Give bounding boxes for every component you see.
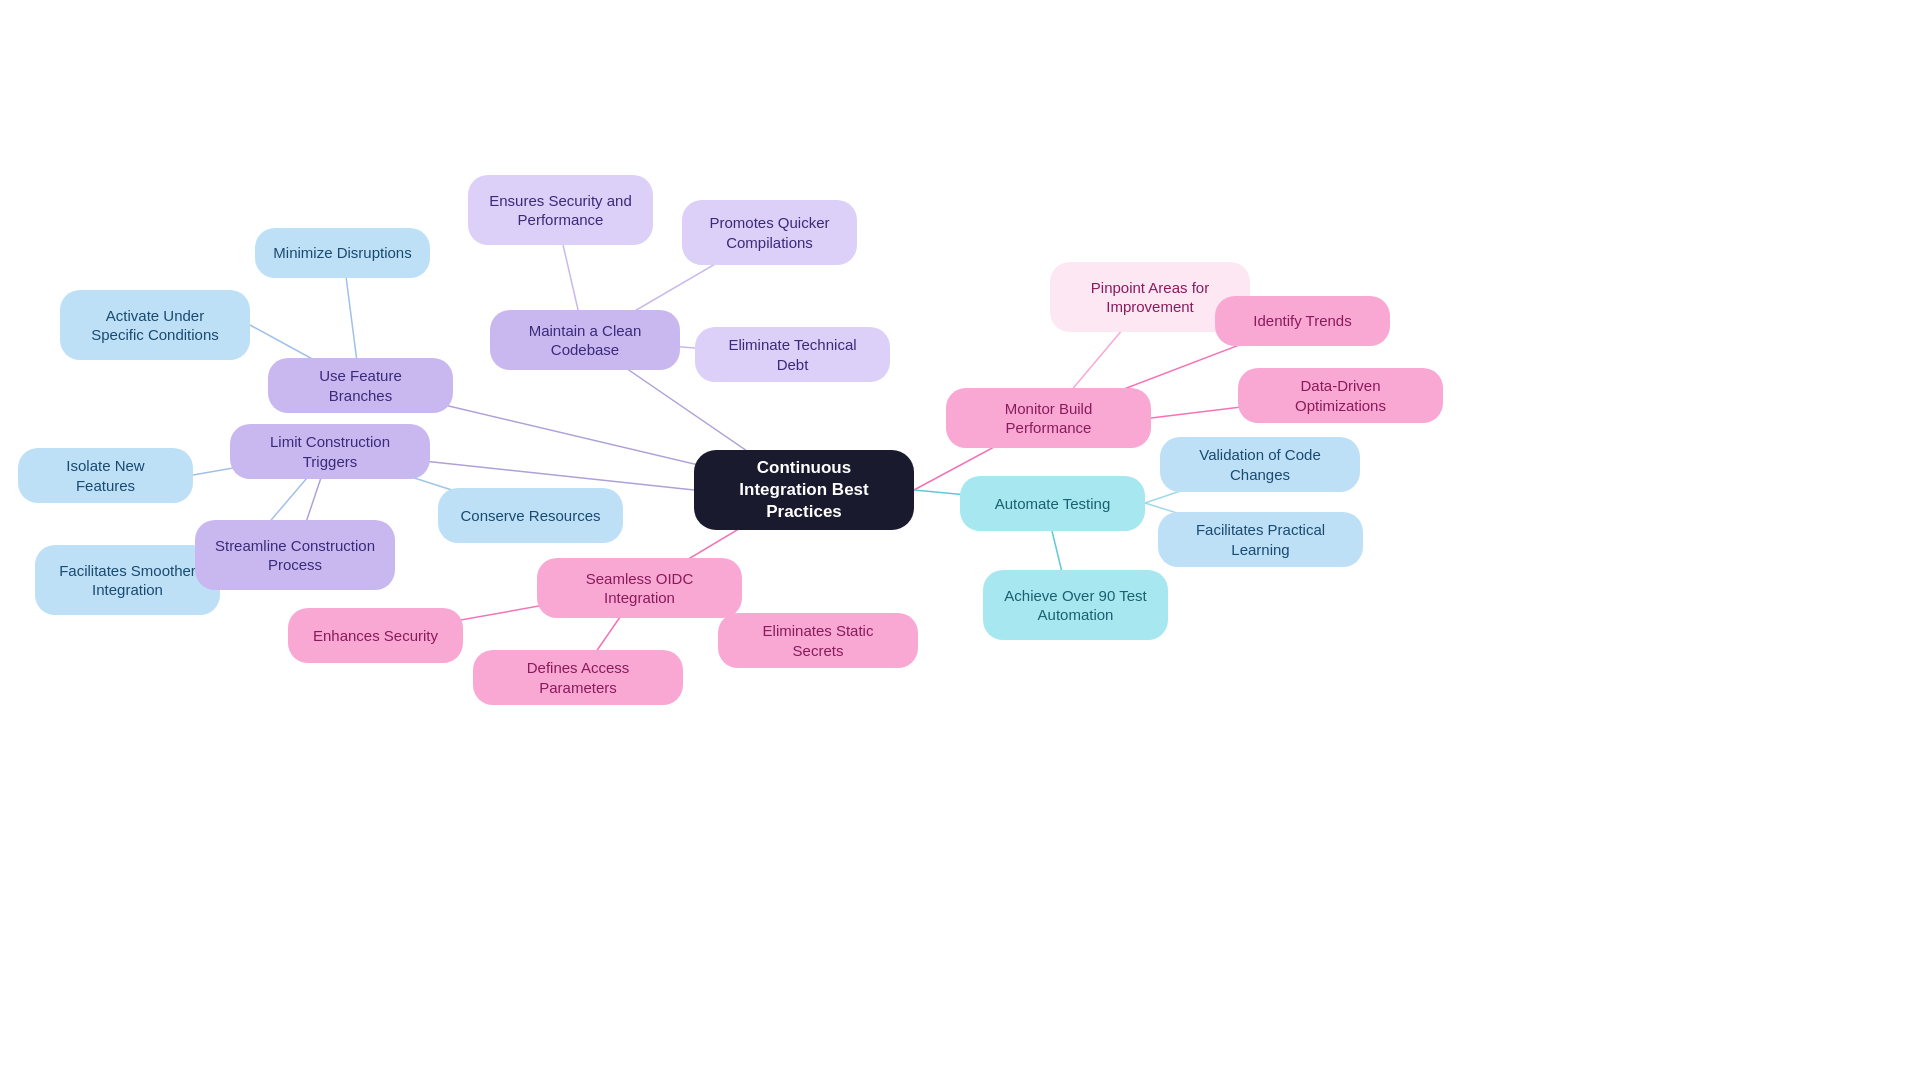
- node-ensures-security: Ensures Security and Performance: [468, 175, 653, 245]
- node-identify-trends: Identify Trends: [1215, 296, 1390, 346]
- node-isolate-new: Isolate New Features: [18, 448, 193, 503]
- node-automate-testing: Automate Testing: [960, 476, 1145, 531]
- node-streamline-construction: Streamline Construction Process: [195, 520, 395, 590]
- node-facilitates-smoother: Facilitates Smoother Integration: [35, 545, 220, 615]
- node-enhances-security: Enhances Security: [288, 608, 463, 663]
- center-node: Continuous Integration Best Practices: [694, 450, 914, 530]
- node-seamless-oidc: Seamless OIDC Integration: [537, 558, 742, 618]
- node-limit-construction: Limit Construction Triggers: [230, 424, 430, 479]
- node-conserve-resources: Conserve Resources: [438, 488, 623, 543]
- node-achieve-over: Achieve Over 90 Test Automation: [983, 570, 1168, 640]
- node-validation-code: Validation of Code Changes: [1160, 437, 1360, 492]
- node-minimize-disruptions: Minimize Disruptions: [255, 228, 430, 278]
- node-monitor-build: Monitor Build Performance: [946, 388, 1151, 448]
- node-facilitates-practical: Facilitates Practical Learning: [1158, 512, 1363, 567]
- node-data-driven: Data-Driven Optimizations: [1238, 368, 1443, 423]
- node-activate-specific: Activate Under Specific Conditions: [60, 290, 250, 360]
- node-promotes-quicker: Promotes Quicker Compilations: [682, 200, 857, 265]
- node-eliminates-static: Eliminates Static Secrets: [718, 613, 918, 668]
- node-use-feature-branches: Use Feature Branches: [268, 358, 453, 413]
- node-defines-access: Defines Access Parameters: [473, 650, 683, 705]
- node-eliminate-technical: Eliminate Technical Debt: [695, 327, 890, 382]
- node-maintain-clean: Maintain a Clean Codebase: [490, 310, 680, 370]
